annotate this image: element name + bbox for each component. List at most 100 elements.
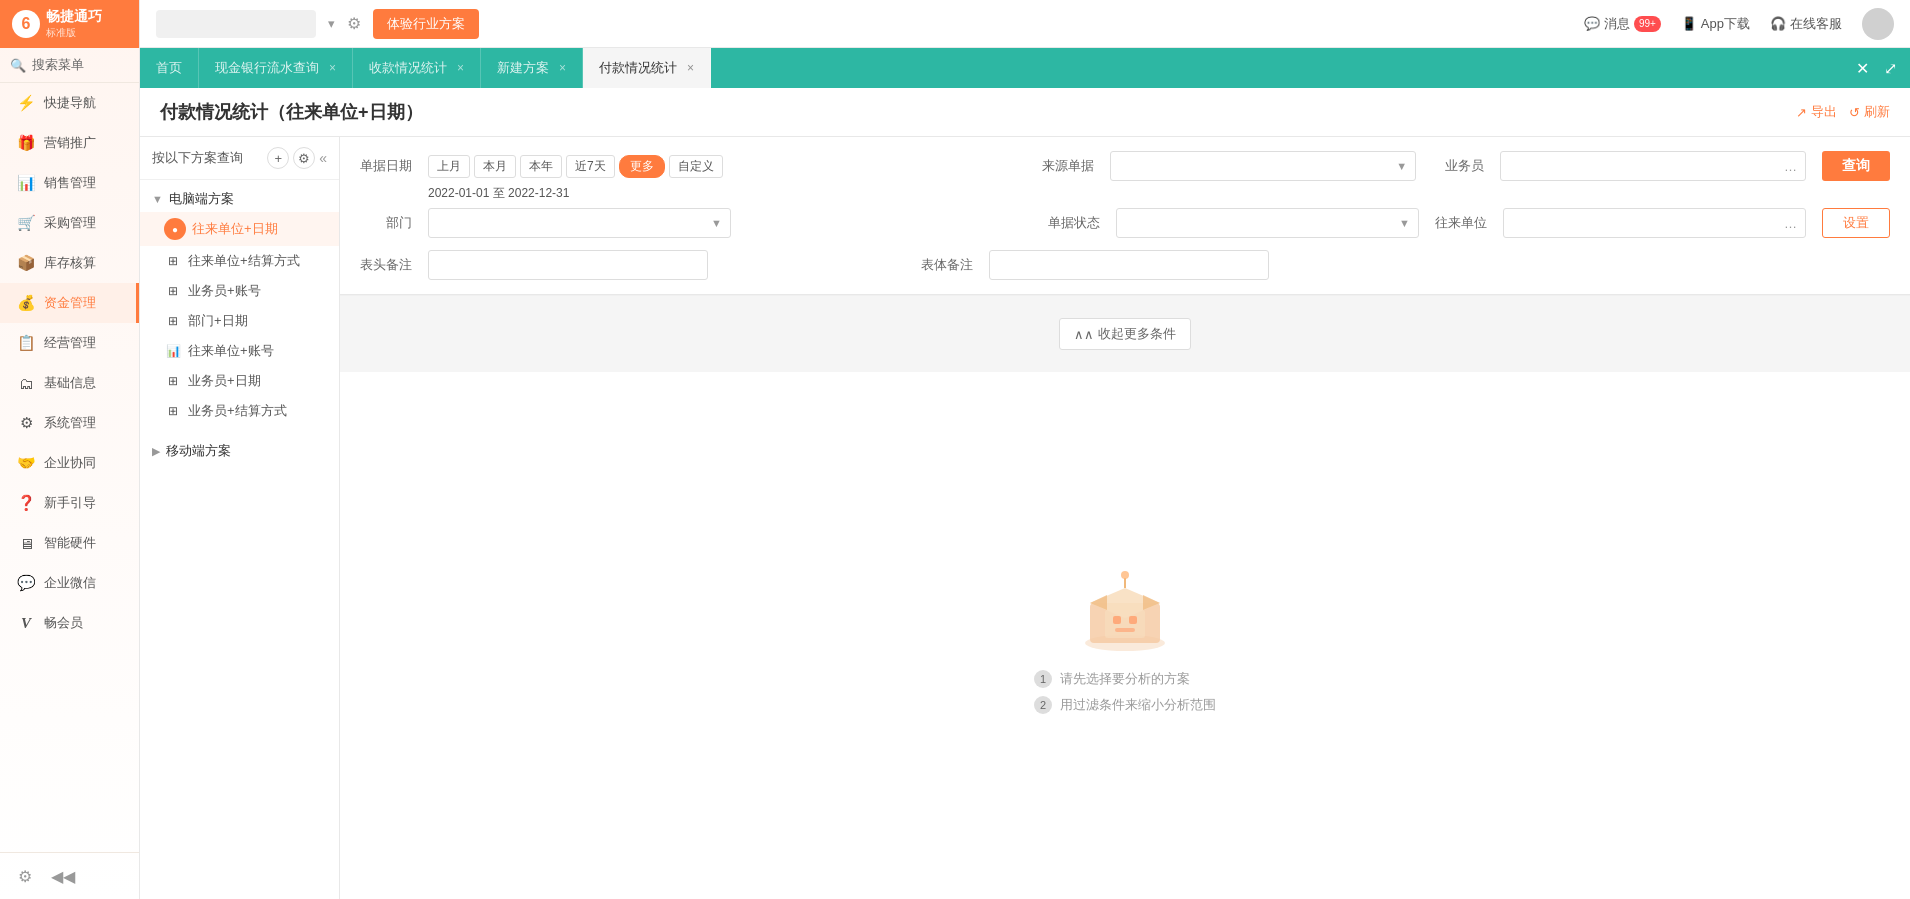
this-month-btn[interactable]: 本月	[474, 155, 516, 178]
query-btn[interactable]: 查询	[1822, 151, 1890, 181]
inventory-icon: 📦	[16, 253, 36, 273]
sidebar-item-member[interactable]: V 畅会员	[0, 603, 139, 643]
source-label: 来源单据	[1042, 157, 1094, 175]
tabbar-actions: ✕ ⤢	[1842, 48, 1910, 88]
more-date-btn[interactable]: 更多	[619, 155, 665, 178]
sidebar-nav: ⚡ 快捷导航 🎁 营销推广 📊 销售管理 🛒 采购管理 📦 库存核算 💰 资金管…	[0, 83, 139, 852]
svg-rect-6	[1113, 616, 1121, 624]
desktop-scheme-section: ▼ 电脑端方案 ● 往来单位+日期 ⊞ 往来单位+结算方式 ⊞	[140, 180, 339, 432]
head-note-input[interactable]	[428, 250, 708, 280]
scheme-item-partner-account[interactable]: 📊 往来单位+账号	[140, 336, 339, 366]
sidebar-item-beginner-guide[interactable]: ❓ 新手引导	[0, 483, 139, 523]
sidebar-item-marketing[interactable]: 🎁 营销推广	[0, 123, 139, 163]
sidebar-item-management[interactable]: 📋 经营管理	[0, 323, 139, 363]
last-month-btn[interactable]: 上月	[428, 155, 470, 178]
partner-ellipsis[interactable]: …	[1784, 216, 1797, 231]
tab-new-scheme[interactable]: 新建方案 ×	[481, 48, 583, 88]
tab-home[interactable]: 首页	[140, 48, 199, 88]
user-selector[interactable]	[156, 10, 316, 38]
this-year-btn[interactable]: 本年	[520, 155, 562, 178]
scheme-item-salesperson-payment[interactable]: ⊞ 业务员+结算方式	[140, 396, 339, 426]
settings-icon[interactable]: ⚙	[347, 14, 361, 33]
close-tab-receipt[interactable]: ×	[457, 61, 464, 75]
svg-rect-8	[1115, 628, 1135, 632]
sidebar-item-enterprise-wechat[interactable]: 💬 企业微信	[0, 563, 139, 603]
collapse-scheme-panel-btn[interactable]: «	[319, 150, 327, 166]
svg-point-10	[1121, 571, 1129, 579]
scheme-item-partner-payment[interactable]: ⊞ 往来单位+结算方式	[140, 246, 339, 276]
filter-row-1: 单据日期 上月 本月 本年 近7天 更多 自定义 来源单据	[360, 151, 1890, 181]
salesperson-select[interactable]: …	[1500, 151, 1806, 181]
desktop-section-header[interactable]: ▼ 电脑端方案	[140, 186, 339, 212]
empty-tip-2: 2 用过滤条件来缩小分析范围	[1034, 696, 1216, 714]
app-logo: 6 畅捷通巧 标准版	[0, 0, 139, 48]
last-7-days-btn[interactable]: 近7天	[566, 155, 615, 178]
app-download-btn[interactable]: 📱 App下载	[1681, 15, 1750, 33]
tabbar: 首页 现金银行流水查询 × 收款情况统计 × 新建方案 × 付款情况统计 × ✕…	[140, 48, 1910, 88]
logo-text: 畅捷通巧 标准版	[46, 8, 102, 40]
sidebar-item-finance[interactable]: 💰 资金管理	[0, 283, 139, 323]
sidebar-item-enterprise-collab[interactable]: 🤝 企业协同	[0, 443, 139, 483]
filter-row-2: 部门 ▼ 单据状态 ▼ 往来单位	[360, 208, 1890, 238]
empty-tip-1: 1 请先选择要分析的方案	[1034, 670, 1216, 688]
body-note-input[interactable]	[989, 250, 1269, 280]
user-avatar[interactable]	[1862, 8, 1894, 40]
close-tab-payment[interactable]: ×	[687, 61, 694, 75]
messages-btn[interactable]: 💬 消息 99+	[1584, 15, 1661, 33]
sidebar-item-inventory[interactable]: 📦 库存核算	[0, 243, 139, 283]
online-service-btn[interactable]: 🎧 在线客服	[1770, 15, 1842, 33]
table-icon-4: ⊞	[164, 372, 182, 390]
sidebar-settings-btn[interactable]: ⚙	[10, 861, 40, 891]
tab-payment-stats[interactable]: 付款情况统计 ×	[583, 48, 711, 88]
scheme-panel-actions: + ⚙ «	[267, 147, 327, 169]
status-select[interactable]: ▼	[1116, 208, 1419, 238]
page-header-actions: ↗ 导出 ↺ 刷新	[1796, 103, 1890, 121]
sidebar-item-quick-nav[interactable]: ⚡ 快捷导航	[0, 83, 139, 123]
scheme-item-salesperson-date[interactable]: ⊞ 业务员+日期	[140, 366, 339, 396]
main-area: ▾ ⚙ 体验行业方案 💬 消息 99+ 📱 App下载 🎧 在线客服 首页	[140, 0, 1910, 899]
sidebar-collapse-btn[interactable]: ◀◀	[48, 861, 78, 891]
collapse-filter-btn[interactable]: ∧∧ 收起更多条件	[1059, 318, 1191, 350]
scheme-item-partner-date[interactable]: ● 往来单位+日期	[140, 212, 339, 246]
headset-icon: 🎧	[1770, 16, 1786, 31]
empty-state: 1 请先选择要分析的方案 2 用过滤条件来缩小分析范围	[340, 372, 1910, 899]
guide-icon: ❓	[16, 493, 36, 513]
scheme-settings-btn[interactable]: ⚙	[293, 147, 315, 169]
refresh-btn[interactable]: ↺ 刷新	[1849, 103, 1890, 121]
mobile-section-header[interactable]: ▶ 移动端方案	[140, 438, 339, 464]
add-scheme-btn[interactable]: +	[267, 147, 289, 169]
close-all-tabs-btn[interactable]: ✕	[1850, 56, 1874, 80]
maximize-btn[interactable]: ⤢	[1878, 56, 1902, 80]
quick-nav-icon: ⚡	[16, 93, 36, 113]
dept-select-arrow: ▼	[711, 217, 722, 229]
scheme-item-salesperson-account[interactable]: ⊞ 业务员+账号	[140, 276, 339, 306]
export-btn[interactable]: ↗ 导出	[1796, 103, 1837, 121]
close-tab-cash-flow[interactable]: ×	[329, 61, 336, 75]
mobile-arrow-icon: ▶	[152, 445, 160, 458]
page-title: 付款情况统计（往来单位+日期）	[160, 100, 423, 124]
export-icon: ↗	[1796, 105, 1807, 120]
sidebar-item-basic-info[interactable]: 🗂 基础信息	[0, 363, 139, 403]
chart-icon: 📊	[164, 342, 182, 360]
partner-select[interactable]: …	[1503, 208, 1806, 238]
trial-btn[interactable]: 体验行业方案	[373, 9, 479, 39]
scheme-item-dept-date[interactable]: ⊞ 部门+日期	[140, 306, 339, 336]
active-scheme-dot: ●	[164, 218, 186, 240]
custom-date-btn[interactable]: 自定义	[669, 155, 723, 178]
sidebar-item-purchase[interactable]: 🛒 采购管理	[0, 203, 139, 243]
filter-settings-btn[interactable]: 设置	[1822, 208, 1890, 238]
user-dropdown-icon[interactable]: ▾	[328, 16, 335, 31]
dept-select[interactable]: ▼	[428, 208, 731, 238]
tip-num-1: 1	[1034, 670, 1052, 688]
source-select[interactable]: ▼	[1110, 151, 1416, 181]
salesperson-ellipsis[interactable]: …	[1784, 159, 1797, 174]
search-icon: 🔍	[10, 58, 26, 73]
logo-icon: 6	[12, 10, 40, 38]
tab-receipt-stats[interactable]: 收款情况统计 ×	[353, 48, 481, 88]
sidebar-item-sales[interactable]: 📊 销售管理	[0, 163, 139, 203]
sidebar-item-smart-hardware[interactable]: 🖥 智能硬件	[0, 523, 139, 563]
close-tab-new-scheme[interactable]: ×	[559, 61, 566, 75]
search-menu-item[interactable]: 🔍 搜索菜单	[0, 48, 139, 83]
sidebar-item-system[interactable]: ⚙ 系统管理	[0, 403, 139, 443]
tab-cash-flow[interactable]: 现金银行流水查询 ×	[199, 48, 353, 88]
